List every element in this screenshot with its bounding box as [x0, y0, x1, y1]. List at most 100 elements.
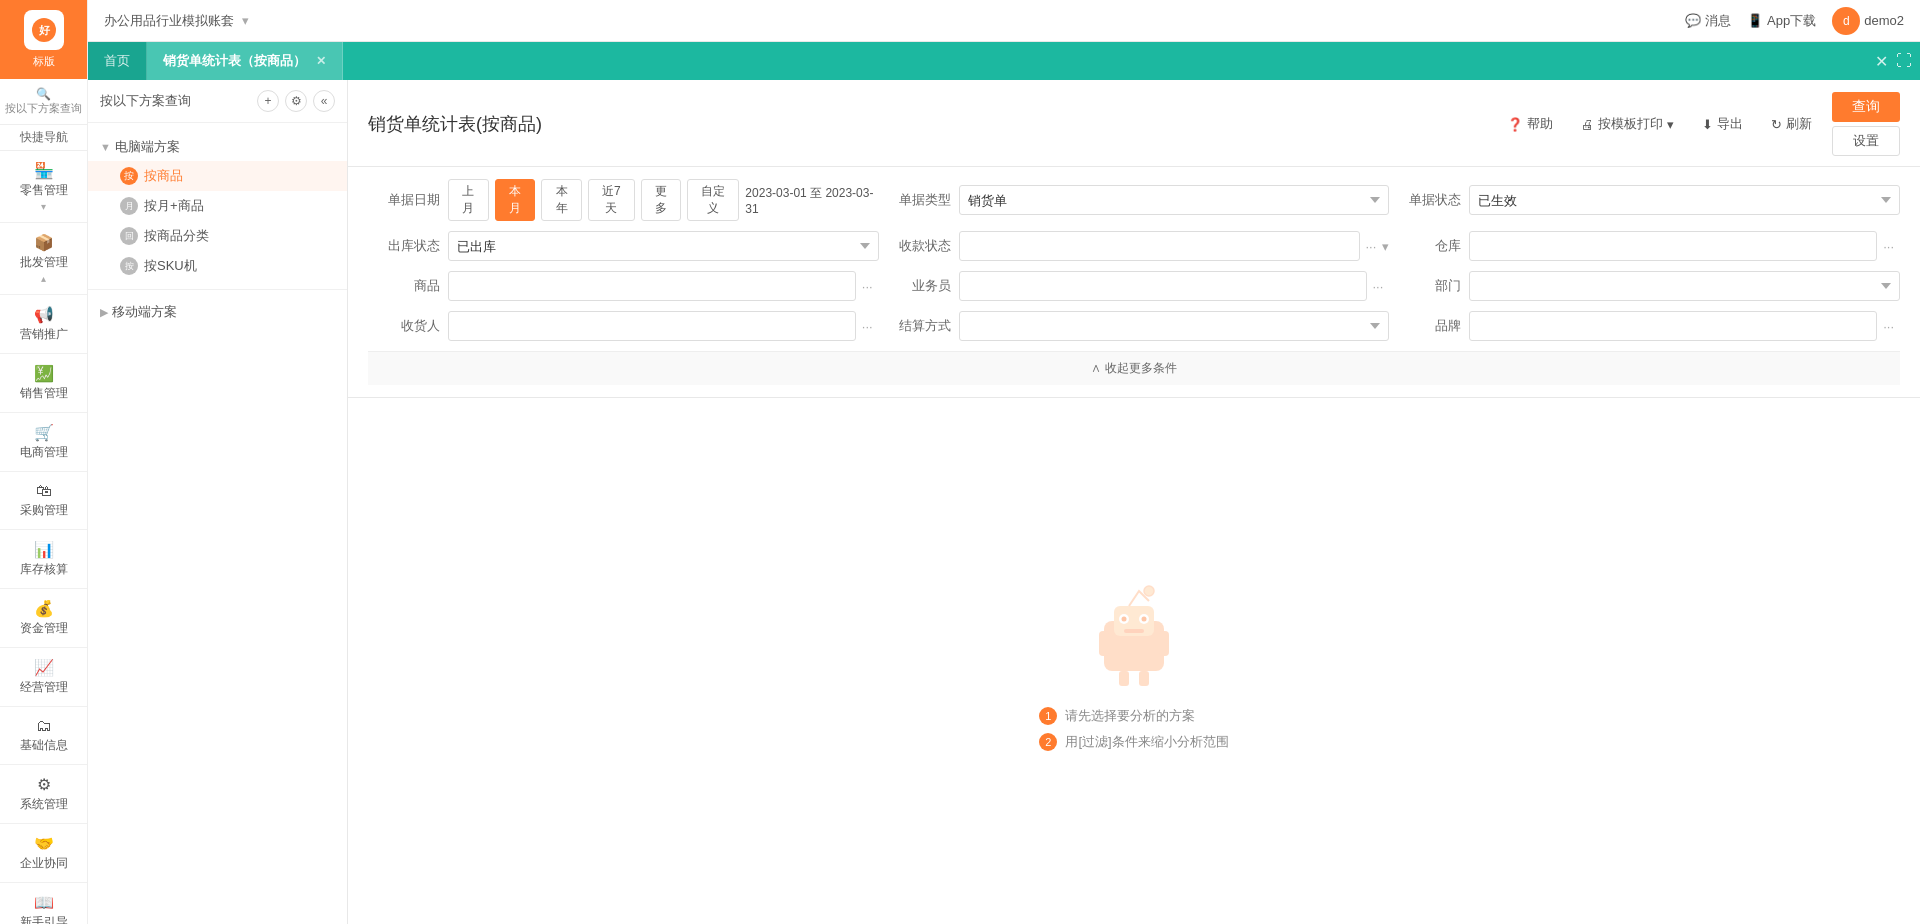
- settings-scheme-button[interactable]: ⚙: [285, 90, 307, 112]
- tab-home[interactable]: 首页: [88, 42, 147, 80]
- scheme-by-product[interactable]: 按 按商品: [88, 161, 347, 191]
- left-panel: 按以下方案查询 + ⚙ « ▼ 电脑端方案: [88, 80, 348, 924]
- scheme-by-month-product[interactable]: 月 按月+商品: [88, 191, 347, 221]
- brand-input[interactable]: [1469, 311, 1877, 341]
- wholesale-label: 批发管理: [20, 254, 68, 271]
- payment-dots[interactable]: ···: [1360, 239, 1383, 254]
- sidebar-item-purchase[interactable]: 🛍 采购管理: [0, 472, 87, 530]
- empty-state: 1 请先选择要分析的方案 2 用[过滤]条件来缩小分析范围: [348, 398, 1920, 924]
- sidebar-item-guide[interactable]: 📖 新手引导: [0, 883, 87, 924]
- sidebar-item-cooperation[interactable]: 🤝 企业协同: [0, 824, 87, 883]
- date-group: 上月 本月 本年 近7天 更多 自定义 2023-03-01 至 2023-03…: [448, 179, 879, 221]
- system-icon: ⚙: [37, 775, 51, 794]
- settlement-select[interactable]: [959, 311, 1390, 341]
- product-col: ···: [448, 271, 879, 301]
- department-select[interactable]: [1469, 271, 1900, 301]
- empty-tip-2: 2 用[过滤]条件来缩小分析范围: [1039, 733, 1228, 751]
- settings-button[interactable]: 设置: [1832, 126, 1900, 156]
- mobile-arrow: ▶: [100, 306, 108, 319]
- tab-spacer: [343, 42, 1867, 80]
- maximize-icon[interactable]: ⛶: [1896, 52, 1912, 70]
- sidebar-item-inventory[interactable]: 📊 库存核算: [0, 530, 87, 589]
- app-download-button[interactable]: 📱 App下载: [1747, 12, 1816, 30]
- marketing-label: 营销推广: [20, 326, 68, 343]
- sidebar-item-ecommerce[interactable]: 🛒 电商管理: [0, 413, 87, 472]
- receiver-input[interactable]: [448, 311, 856, 341]
- tip-num-1: 1: [1039, 707, 1057, 725]
- app-logo[interactable]: 好 标版: [0, 0, 87, 79]
- marketing-icon: 📢: [34, 305, 54, 324]
- warehouse-col: ···: [1469, 231, 1900, 261]
- department-label: 部门: [1389, 277, 1469, 295]
- collapse-panel-button[interactable]: «: [313, 90, 335, 112]
- sidebar-item-marketing[interactable]: 📢 营销推广: [0, 295, 87, 354]
- report-tab-label: 销货单统计表（按商品）: [163, 52, 306, 70]
- page-header: 销货单统计表(按商品) ❓ 帮助 🖨 按模板打印 ▾ ⬇ 导出: [348, 80, 1920, 167]
- scheme-by-product-label: 按商品: [144, 167, 183, 185]
- sidebar-item-wholesale[interactable]: 📦 批发管理 ▴: [0, 223, 87, 295]
- help-button[interactable]: ❓ 帮助: [1499, 111, 1561, 137]
- query-button[interactable]: 查询: [1832, 92, 1900, 122]
- pc-scheme-arrow: ▼: [100, 141, 111, 153]
- mobile-scheme-header[interactable]: ▶ 移动端方案: [88, 298, 347, 326]
- sidebar-item-sales[interactable]: 💹 销售管理: [0, 354, 87, 413]
- date-last-month[interactable]: 上月: [448, 179, 489, 221]
- print-dropdown-icon: ▾: [1667, 117, 1674, 132]
- salesperson-input[interactable]: [959, 271, 1367, 301]
- collapse-filter-button[interactable]: ∧ 收起更多条件: [368, 351, 1900, 385]
- sidebar-item-basic[interactable]: 🗂 基础信息: [0, 707, 87, 765]
- tab-close-icon[interactable]: ✕: [316, 54, 326, 68]
- date-year[interactable]: 本年: [541, 179, 582, 221]
- sidebar-item-system[interactable]: ⚙ 系统管理: [0, 765, 87, 824]
- quick-nav-label: 快捷导航: [20, 130, 68, 144]
- salesperson-dots[interactable]: ···: [1367, 279, 1390, 294]
- tree-divider: [88, 289, 347, 290]
- payment-dropdown-icon[interactable]: ▾: [1382, 239, 1389, 254]
- search-menu[interactable]: 🔍 按以下方案查询: [0, 79, 87, 125]
- date-current-month[interactable]: 本月: [495, 179, 536, 221]
- sidebar-item-retail[interactable]: 🏪 零售管理 ▾: [0, 151, 87, 223]
- scheme-category-label: 按商品分类: [144, 227, 209, 245]
- message-button[interactable]: 💬 消息: [1685, 12, 1731, 30]
- brand-dots[interactable]: ···: [1877, 319, 1900, 334]
- system-label: 系统管理: [20, 796, 68, 813]
- filter-row-1: 单据日期 上月 本月 本年 近7天 更多 自定义 2023-03-01 至 20…: [368, 179, 1900, 221]
- product-input[interactable]: [448, 271, 856, 301]
- sidebar: 好 标版 🔍 按以下方案查询 快捷导航 🏪 零售管理 ▾ 📦 批发管理 ▴ 📢 …: [0, 0, 88, 924]
- refresh-icon: ↻: [1771, 117, 1782, 132]
- scheme-by-category[interactable]: 回 按商品分类: [88, 221, 347, 251]
- breadcrumb-dropdown-icon[interactable]: ▾: [242, 13, 249, 28]
- doc-type-label: 单据类型: [879, 191, 959, 209]
- warehouse-input[interactable]: [1469, 231, 1877, 261]
- date-custom[interactable]: 自定义: [687, 179, 739, 221]
- doc-type-select[interactable]: 销货单: [959, 185, 1390, 215]
- user-menu[interactable]: d demo2: [1832, 7, 1904, 35]
- payment-status-input[interactable]: [959, 231, 1360, 261]
- scheme-by-sku[interactable]: 按 按SKU机: [88, 251, 347, 281]
- svg-rect-12: [1139, 671, 1149, 686]
- warehouse-status-select[interactable]: 已出库: [448, 231, 879, 261]
- empty-illustration: [1074, 571, 1194, 691]
- sidebar-item-finance[interactable]: 💰 资金管理: [0, 589, 87, 648]
- add-scheme-button[interactable]: +: [257, 90, 279, 112]
- date-7days[interactable]: 近7天: [588, 179, 635, 221]
- close-window-icon[interactable]: ✕: [1875, 52, 1888, 71]
- print-button[interactable]: 🖨 按模板打印 ▾: [1573, 111, 1682, 137]
- breadcrumb-text: 办公用品行业模拟账套: [104, 12, 234, 30]
- doc-status-select[interactable]: 已生效: [1469, 185, 1900, 215]
- export-button[interactable]: ⬇ 导出: [1694, 111, 1751, 137]
- tab-report[interactable]: 销货单统计表（按商品） ✕: [147, 42, 343, 80]
- basic-label: 基础信息: [20, 737, 68, 754]
- receiver-dots[interactable]: ···: [856, 319, 879, 334]
- warehouse-dots[interactable]: ···: [1877, 239, 1900, 254]
- product-dots[interactable]: ···: [856, 279, 879, 294]
- sidebar-item-operations[interactable]: 📈 经营管理: [0, 648, 87, 707]
- svg-point-13: [1144, 586, 1154, 596]
- purchase-label: 采购管理: [20, 502, 68, 519]
- salesperson-col: ···: [959, 271, 1390, 301]
- receiver-col: ···: [448, 311, 879, 341]
- quick-nav[interactable]: 快捷导航: [0, 125, 87, 151]
- date-more[interactable]: 更多: [641, 179, 682, 221]
- pc-scheme-header[interactable]: ▼ 电脑端方案: [88, 133, 347, 161]
- refresh-button[interactable]: ↻ 刷新: [1763, 111, 1820, 137]
